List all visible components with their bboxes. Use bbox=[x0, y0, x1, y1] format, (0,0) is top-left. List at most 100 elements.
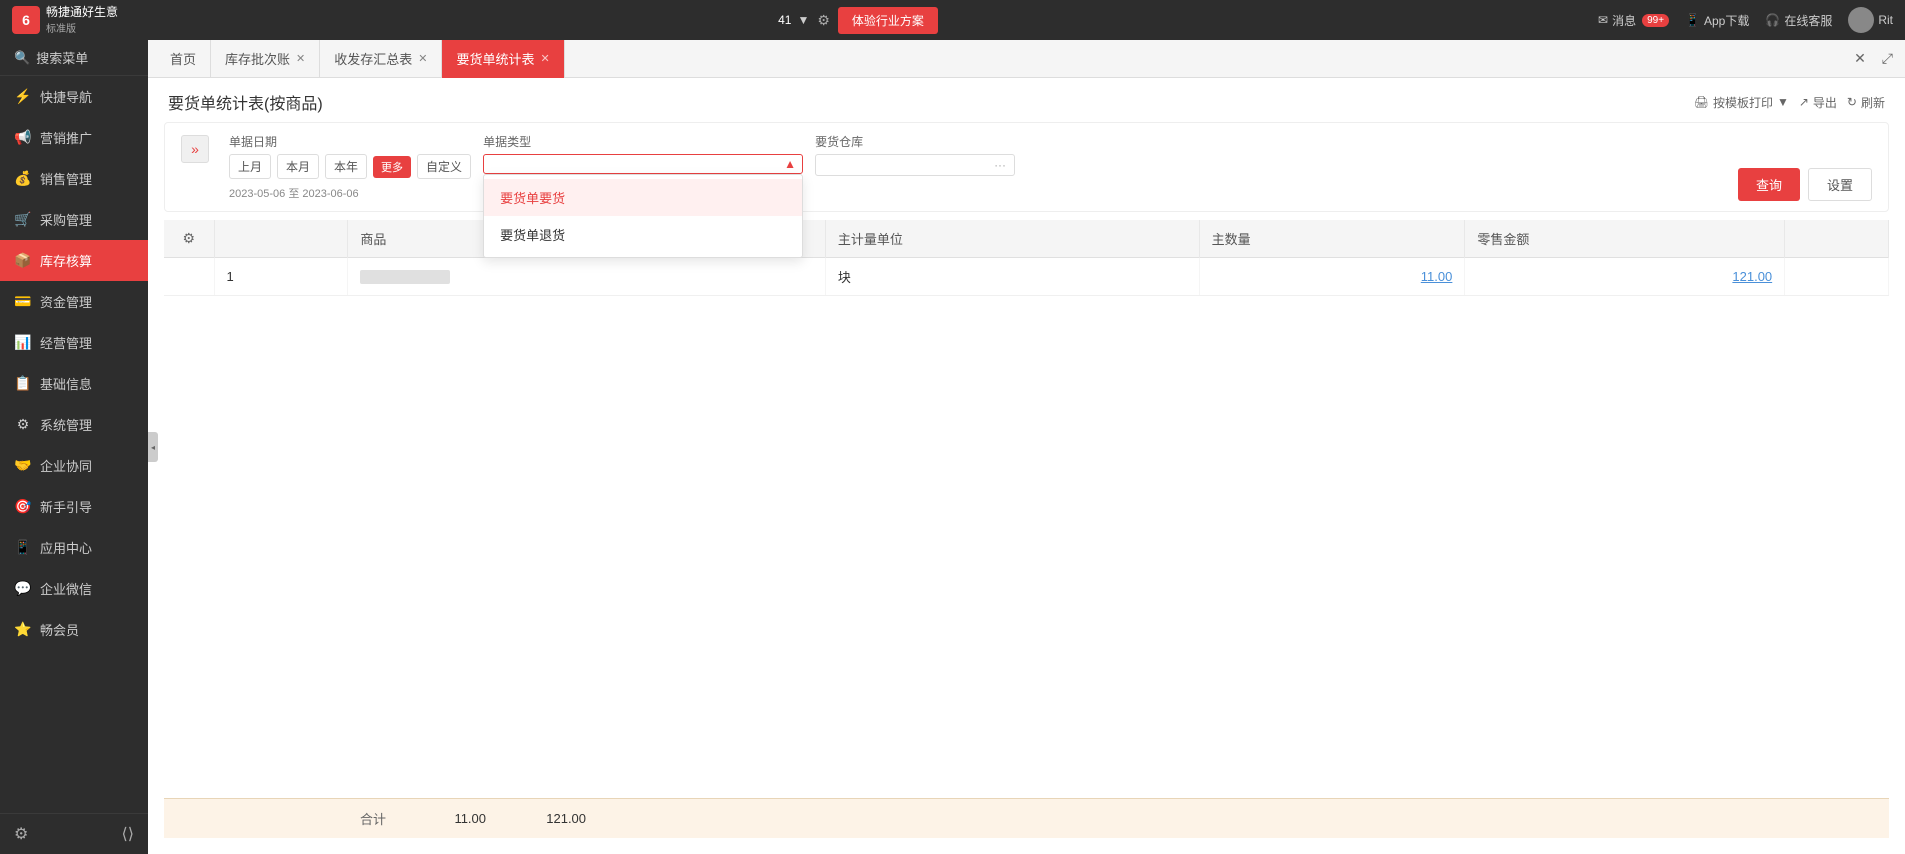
tab-order-close-icon[interactable]: ✕ bbox=[541, 52, 550, 65]
filter-buttons: 查询 设置 bbox=[1738, 168, 1872, 201]
sidebar-item-purchase[interactable]: 🛒 采购管理 bbox=[0, 199, 148, 240]
sidebar-item-quick-nav[interactable]: ⚡ 快捷导航 bbox=[0, 76, 148, 117]
header-left: 6 畅捷通好生意 标准版 bbox=[12, 5, 118, 34]
app-name: 畅捷通好生意 bbox=[46, 5, 118, 19]
export-action[interactable]: ↗ 导出 bbox=[1799, 94, 1837, 111]
tab-collect-summary[interactable]: 收发存汇总表 ✕ bbox=[320, 40, 442, 78]
sidebar-item-membership[interactable]: ⭐ 畅会员 bbox=[0, 609, 148, 650]
table-row: 1 块 11.00 121.00 bbox=[164, 258, 1889, 296]
purchase-icon: 🛒 bbox=[14, 211, 32, 229]
header-settings-icon[interactable]: ⚙ bbox=[817, 12, 830, 29]
print-action[interactable]: 🖨 按模板打印 ▼ bbox=[1694, 94, 1789, 111]
sidebar-bottom: ⚙ ⟨⟩ bbox=[0, 813, 148, 854]
doc-type-arrow-icon[interactable]: ▲ bbox=[784, 157, 796, 171]
online-service-action[interactable]: 🎧 在线客服 bbox=[1765, 12, 1832, 29]
refresh-action[interactable]: ↻ 刷新 bbox=[1847, 94, 1885, 111]
tab-batch-account[interactable]: 库存批次账 ✕ bbox=[211, 40, 320, 78]
company-selector[interactable]: 41 ▼ bbox=[778, 13, 809, 27]
th-extra bbox=[1785, 220, 1889, 258]
notifications-action[interactable]: ✉ 消息 99+ bbox=[1598, 12, 1669, 29]
sidebar-item-label: 企业微信 bbox=[40, 579, 92, 598]
header-right: ✉ 消息 99+ 📱 App下载 🎧 在线客服 Rit bbox=[1598, 7, 1893, 33]
print-dropdown-icon: ▼ bbox=[1777, 95, 1789, 109]
sidebar-item-label: 应用中心 bbox=[40, 538, 92, 557]
sidebar-collapse-button[interactable]: ◂ bbox=[148, 432, 158, 462]
sidebar-search[interactable]: 🔍 搜索菜单 bbox=[0, 40, 148, 76]
tab-home[interactable]: 首页 bbox=[156, 40, 211, 78]
sidebar-item-label: 企业协同 bbox=[40, 456, 92, 475]
settings-button[interactable]: 设置 bbox=[1808, 168, 1872, 201]
sidebar-item-wechat[interactable]: 💬 企业微信 bbox=[0, 568, 148, 609]
warehouse-input-row[interactable]: ··· bbox=[815, 154, 1015, 176]
tab-collect-close-icon[interactable]: ✕ bbox=[418, 52, 427, 65]
refresh-label: 刷新 bbox=[1861, 94, 1885, 111]
trial-button[interactable]: 体验行业方案 bbox=[838, 7, 938, 34]
tab-order-summary[interactable]: 要货单统计表 ✕ bbox=[442, 40, 564, 78]
date-filter-label: 单据日期 bbox=[229, 133, 471, 150]
sidebar-collapse-icon[interactable]: ⟨⟩ bbox=[122, 824, 134, 844]
sidebar-item-finance[interactable]: 💳 资金管理 bbox=[0, 281, 148, 322]
table-container: ⚙ 商品 主计量单位 主数量 零售金额 1 bbox=[164, 220, 1889, 798]
td-quantity[interactable]: 11.00 bbox=[1199, 258, 1465, 296]
warehouse-more-icon[interactable]: ··· bbox=[994, 158, 1006, 172]
sidebar-item-label: 经营管理 bbox=[40, 333, 92, 352]
tab-order-label: 要货单统计表 bbox=[456, 49, 534, 68]
sidebar-item-operations[interactable]: 📊 经营管理 bbox=[0, 322, 148, 363]
headset-icon: 🎧 bbox=[1765, 13, 1780, 27]
dropdown-arrow-icon: ▼ bbox=[797, 13, 809, 27]
phone-icon: 📱 bbox=[1685, 13, 1700, 27]
query-button[interactable]: 查询 bbox=[1738, 168, 1800, 201]
dropdown-item-order-goods[interactable]: 要货单要货 bbox=[484, 179, 802, 216]
td-amount[interactable]: 121.00 bbox=[1465, 258, 1785, 296]
membership-icon: ⭐ bbox=[14, 621, 32, 639]
finance-icon: 💳 bbox=[14, 293, 32, 311]
wechat-icon: 💬 bbox=[14, 580, 32, 598]
filter-bar: » 单据日期 上月 本月 本年 更多 自定义 2023-05-06 至 2023 bbox=[164, 122, 1889, 212]
tab-batch-label: 库存批次账 bbox=[225, 49, 290, 68]
prev-month-button[interactable]: 上月 bbox=[229, 154, 271, 179]
doc-type-input[interactable] bbox=[490, 157, 784, 171]
dropdown-item-order-return[interactable]: 要货单退货 bbox=[484, 216, 802, 253]
doc-type-label: 单据类型 bbox=[483, 133, 803, 150]
app-download-action[interactable]: 📱 App下载 bbox=[1685, 12, 1749, 29]
sidebar-item-label: 快捷导航 bbox=[40, 87, 92, 106]
tab-batch-close-icon[interactable]: ✕ bbox=[296, 52, 305, 65]
sidebar-item-label: 基础信息 bbox=[40, 374, 92, 393]
sidebar-settings-icon[interactable]: ⚙ bbox=[14, 824, 28, 844]
company-name: 41 bbox=[778, 13, 791, 27]
system-icon: ⚙ bbox=[14, 416, 32, 434]
table-settings-icon[interactable]: ⚙ bbox=[182, 230, 195, 246]
curr-year-button[interactable]: 本年 bbox=[325, 154, 367, 179]
th-settings: ⚙ bbox=[164, 220, 214, 258]
notifications-badge: 99+ bbox=[1642, 14, 1669, 27]
sidebar-item-enterprise[interactable]: 🤝 企业协同 bbox=[0, 445, 148, 486]
doc-type-dropdown: 要货单要货 要货单退货 bbox=[483, 174, 803, 258]
th-amount: 零售金额 bbox=[1465, 220, 1785, 258]
tab-close-all-button[interactable]: ✕ bbox=[1850, 48, 1870, 69]
sidebar-item-basic-info[interactable]: 📋 基础信息 bbox=[0, 363, 148, 404]
user-area[interactable]: Rit bbox=[1848, 7, 1893, 33]
sidebar-item-sales[interactable]: 💰 销售管理 bbox=[0, 158, 148, 199]
avatar bbox=[1848, 7, 1874, 33]
doc-type-filter-field: 单据类型 ▲ 要货单要货 要货单退货 bbox=[483, 133, 803, 174]
sidebar-item-marketing[interactable]: 📢 营销推广 bbox=[0, 117, 148, 158]
sidebar-item-app-center[interactable]: 📱 应用中心 bbox=[0, 527, 148, 568]
export-icon: ↗ bbox=[1799, 95, 1809, 109]
tab-expand-button[interactable]: ⤢ bbox=[1878, 48, 1897, 69]
sidebar-item-inventory[interactable]: 📦 库存核算 bbox=[0, 240, 148, 281]
sidebar-item-system[interactable]: ⚙ 系统管理 bbox=[0, 404, 148, 445]
sidebar: 🔍 搜索菜单 ⚡ 快捷导航 📢 营销推广 💰 销售管理 🛒 采购管理 📦 bbox=[0, 40, 148, 854]
custom-date-button[interactable]: 自定义 bbox=[417, 154, 471, 179]
date-range-text: 2023-05-06 至 2023-06-06 bbox=[229, 185, 471, 201]
curr-month-button[interactable]: 本月 bbox=[277, 154, 319, 179]
warehouse-input[interactable] bbox=[824, 158, 994, 172]
td-product bbox=[348, 258, 826, 296]
quick-nav-icon: ⚡ bbox=[14, 88, 32, 106]
doc-type-input-row[interactable]: ▲ bbox=[483, 154, 803, 174]
sidebar-item-label: 资金管理 bbox=[40, 292, 92, 311]
more-badge[interactable]: 更多 bbox=[373, 156, 411, 178]
sidebar-item-guide[interactable]: 🎯 新手引导 bbox=[0, 486, 148, 527]
guide-icon: 🎯 bbox=[14, 498, 32, 516]
filter-expand-button[interactable]: » bbox=[181, 135, 209, 163]
td-unit: 块 bbox=[825, 258, 1199, 296]
